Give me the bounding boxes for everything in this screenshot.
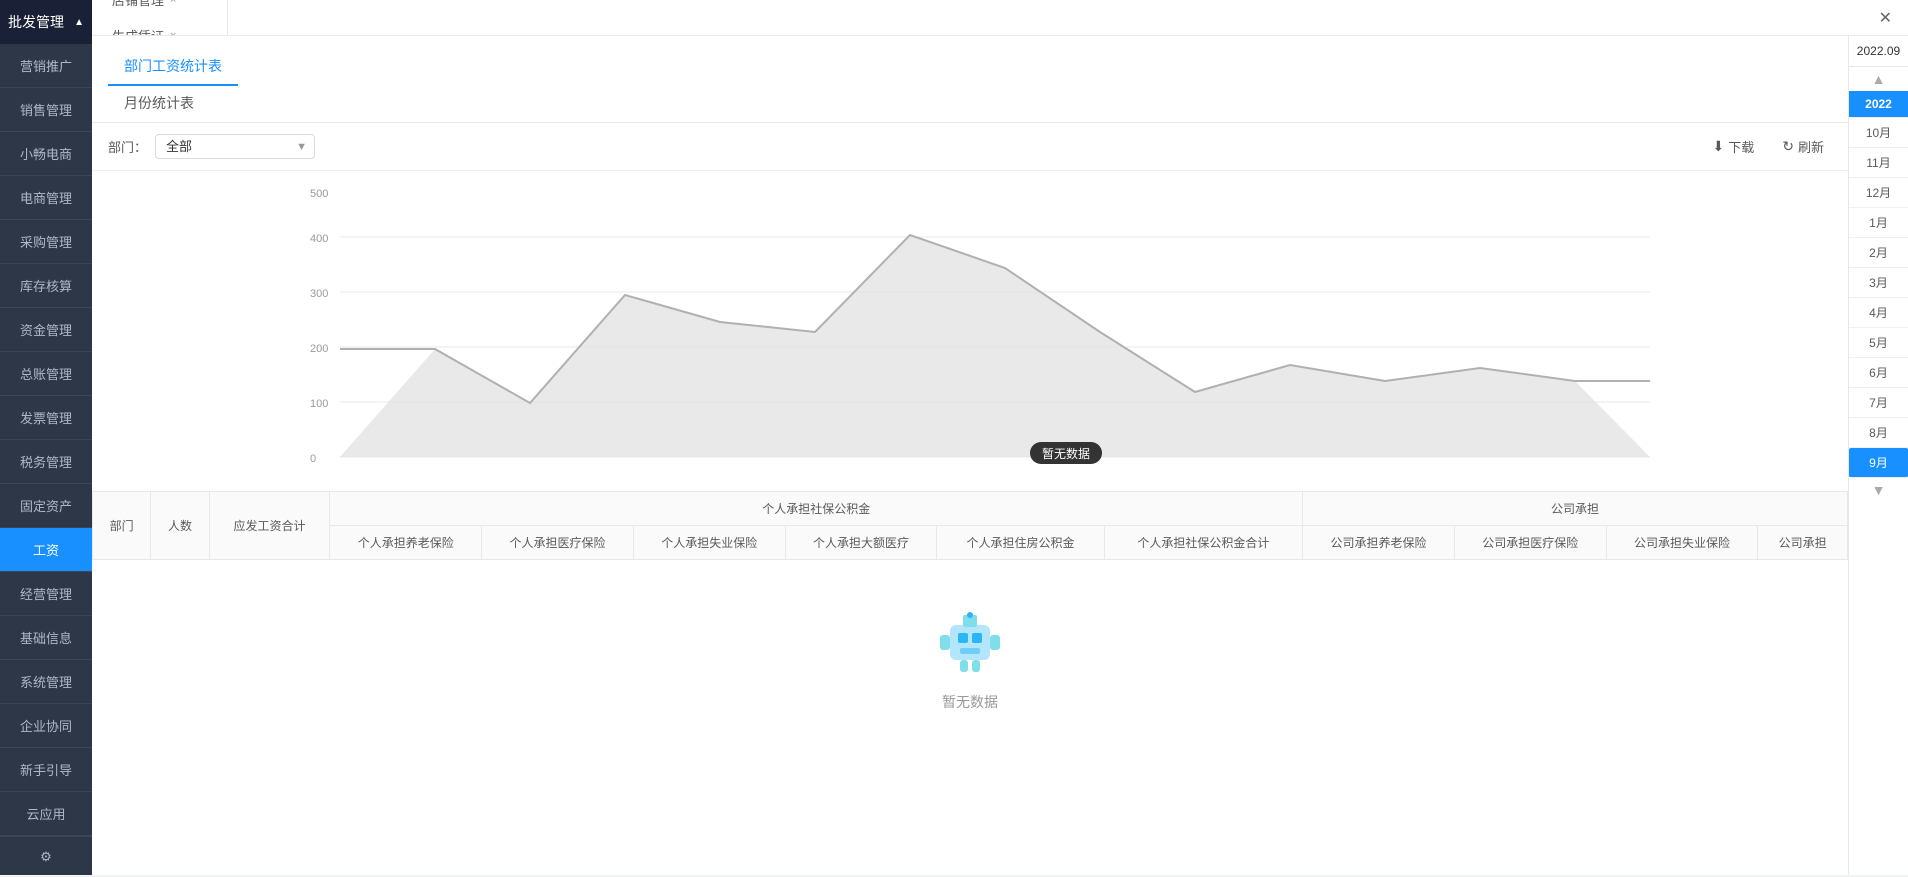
col-group-personal: 个人承担社保公积金 <box>330 492 1303 526</box>
col-count: 人数 <box>151 492 209 560</box>
sidebar-arrow-icon: ▲ <box>74 17 84 28</box>
sidebar-item-资金管理[interactable]: 资金管理 <box>0 308 92 352</box>
col-dept: 部门 <box>93 492 151 560</box>
refresh-icon: ↻ <box>1782 138 1794 155</box>
sidebar-item-采购管理[interactable]: 采购管理 <box>0 220 92 264</box>
date-month-10月[interactable]: 10月 <box>1849 118 1908 148</box>
sidebar: 批发管理 ▲ 营销推广销售管理小畅电商电商管理采购管理库存核算资金管理总账管理发… <box>0 0 92 875</box>
date-month-11月[interactable]: 11月 <box>1849 148 1908 178</box>
sidebar-item-库存核算[interactable]: 库存核算 <box>0 264 92 308</box>
date-month-2月[interactable]: 2月 <box>1849 238 1908 268</box>
col-c-other: 公司承担 <box>1758 526 1848 560</box>
col-total: 应发工资合计 <box>209 492 330 560</box>
sidebar-item-工资[interactable]: 工资 <box>0 528 92 572</box>
date-panel: 2022.09 ▲ 202210月11月12月1月2月3月4月5月6月7月8月9… <box>1848 36 1908 875</box>
col-p-total: 个人承担社保公积金合计 <box>1104 526 1302 560</box>
date-month-9月[interactable]: 9月 <box>1849 448 1908 478</box>
empty-text: 暂无数据 <box>942 692 998 712</box>
sidebar-nav: 营销推广销售管理小畅电商电商管理采购管理库存核算资金管理总账管理发票管理税务管理… <box>0 44 92 836</box>
date-nav-down[interactable]: ▼ <box>1849 478 1908 502</box>
sidebar-item-固定资产[interactable]: 固定资产 <box>0 484 92 528</box>
content-area: 部门工资统计表月份统计表 部门： 全部 ▼ ⬇ 下载 <box>92 36 1908 875</box>
svg-text:400: 400 <box>310 233 328 245</box>
toolbar: 部门： 全部 ▼ ⬇ 下载 ↻ 刷新 <box>92 123 1848 171</box>
date-month-6月[interactable]: 6月 <box>1849 358 1908 388</box>
sidebar-item-营销推广[interactable]: 营销推广 <box>0 44 92 88</box>
dept-select-wrapper: 全部 ▼ <box>155 134 315 159</box>
col-p-pension: 个人承担养老保险 <box>330 526 482 560</box>
svg-text:500: 500 <box>310 188 328 200</box>
sidebar-item-企业协同[interactable]: 企业协同 <box>0 704 92 748</box>
dept-label: 部门： <box>108 137 147 156</box>
sidebar-settings[interactable]: ⚙ <box>0 836 92 877</box>
sidebar-item-发票管理[interactable]: 发票管理 <box>0 396 92 440</box>
data-table: 部门 人数 应发工资合计 个人承担社保公积金 公司承担 个人承担养老保险 个人承… <box>92 491 1848 560</box>
date-year-2022[interactable]: 2022 <box>1849 91 1908 118</box>
col-c-unemploy: 公司承担失业保险 <box>1606 526 1758 560</box>
toolbar-left: 部门： 全部 ▼ <box>108 134 315 159</box>
tabs-bar: 首页门店商品目录×销售单×店铺管理×生成凭证×应收应付调整单×工资表×工资统计报… <box>92 0 1908 36</box>
sidebar-item-销售管理[interactable]: 销售管理 <box>0 88 92 132</box>
chart-svg: 0 100 200 300 400 500 <box>108 187 1832 467</box>
chart-area: 0 100 200 300 400 500 <box>92 171 1848 491</box>
download-icon: ⬇ <box>1713 138 1725 155</box>
sidebar-item-系统管理[interactable]: 系统管理 <box>0 660 92 704</box>
download-label: 下载 <box>1728 137 1754 156</box>
col-p-medical: 个人承担医疗保险 <box>482 526 634 560</box>
date-month-12月[interactable]: 12月 <box>1849 178 1908 208</box>
sidebar-title: 批发管理 <box>8 12 64 32</box>
sidebar-header[interactable]: 批发管理 ▲ <box>0 0 92 44</box>
col-c-pension: 公司承担养老保险 <box>1303 526 1455 560</box>
refresh-button[interactable]: ↻ 刷新 <box>1774 133 1832 160</box>
empty-state: 暂无数据 <box>92 560 1848 752</box>
sidebar-item-税务管理[interactable]: 税务管理 <box>0 440 92 484</box>
sidebar-item-总账管理[interactable]: 总账管理 <box>0 352 92 396</box>
date-month-8月[interactable]: 8月 <box>1849 418 1908 448</box>
date-month-7月[interactable]: 7月 <box>1849 388 1908 418</box>
dept-select[interactable]: 全部 <box>155 134 315 159</box>
sidebar-item-新手引导[interactable]: 新手引导 <box>0 748 92 792</box>
table-area: 部门 人数 应发工资合计 个人承担社保公积金 公司承担 个人承担养老保险 个人承… <box>92 491 1848 875</box>
sub-tabs-container: 部门工资统计表月份统计表 <box>108 48 238 122</box>
sidebar-item-小畅电商[interactable]: 小畅电商 <box>0 132 92 176</box>
main-area: 首页门店商品目录×销售单×店铺管理×生成凭证×应收应付调整单×工资表×工资统计报… <box>92 0 1908 875</box>
tab-生成凭证[interactable]: 生成凭证× <box>100 18 228 37</box>
date-month-1月[interactable]: 1月 <box>1849 208 1908 238</box>
sub-tabs: 部门工资统计表月份统计表 <box>92 36 1848 123</box>
toolbar-right: ⬇ 下载 ↻ 刷新 <box>1705 133 1833 160</box>
col-p-major-medical: 个人承担大额医疗 <box>785 526 937 560</box>
refresh-label: 刷新 <box>1798 137 1824 156</box>
date-month-5月[interactable]: 5月 <box>1849 328 1908 358</box>
date-month-3月[interactable]: 3月 <box>1849 268 1908 298</box>
svg-text:300: 300 <box>310 288 328 300</box>
date-month-4月[interactable]: 4月 <box>1849 298 1908 328</box>
sidebar-item-基础信息[interactable]: 基础信息 <box>0 616 92 660</box>
close-all-tabs-button[interactable]: ✕ <box>1871 8 1900 28</box>
sub-tab-部门工资统计表[interactable]: 部门工资统计表 <box>108 48 238 86</box>
empty-robot-icon <box>930 600 1010 680</box>
date-items: 202210月11月12月1月2月3月4月5月6月7月8月9月 <box>1849 91 1908 478</box>
sub-tab-月份统计表[interactable]: 月份统计表 <box>108 85 238 123</box>
download-button[interactable]: ⬇ 下载 <box>1705 133 1763 160</box>
svg-text:0: 0 <box>310 453 316 465</box>
tabs-container: 首页门店商品目录×销售单×店铺管理×生成凭证×应收应付调整单×工资表×工资统计报… <box>100 0 228 36</box>
page: 部门工资统计表月份统计表 部门： 全部 ▼ ⬇ 下载 <box>92 36 1848 875</box>
tab-close-icon[interactable]: × <box>170 0 176 6</box>
col-group-company: 公司承担 <box>1303 492 1848 526</box>
sidebar-item-电商管理[interactable]: 电商管理 <box>0 176 92 220</box>
sidebar-item-经营管理[interactable]: 经营管理 <box>0 572 92 616</box>
col-p-unemploy: 个人承担失业保险 <box>633 526 785 560</box>
date-panel-current: 2022.09 <box>1849 36 1908 67</box>
svg-text:暂无数据: 暂无数据 <box>1042 446 1090 461</box>
col-p-housing: 个人承担住房公积金 <box>937 526 1104 560</box>
sidebar-item-云应用[interactable]: 云应用 <box>0 792 92 836</box>
svg-text:100: 100 <box>310 398 328 410</box>
tab-店铺管理[interactable]: 店铺管理× <box>100 0 228 18</box>
svg-text:200: 200 <box>310 343 328 355</box>
date-nav-up[interactable]: ▲ <box>1849 67 1908 91</box>
col-c-medical: 公司承担医疗保险 <box>1454 526 1606 560</box>
